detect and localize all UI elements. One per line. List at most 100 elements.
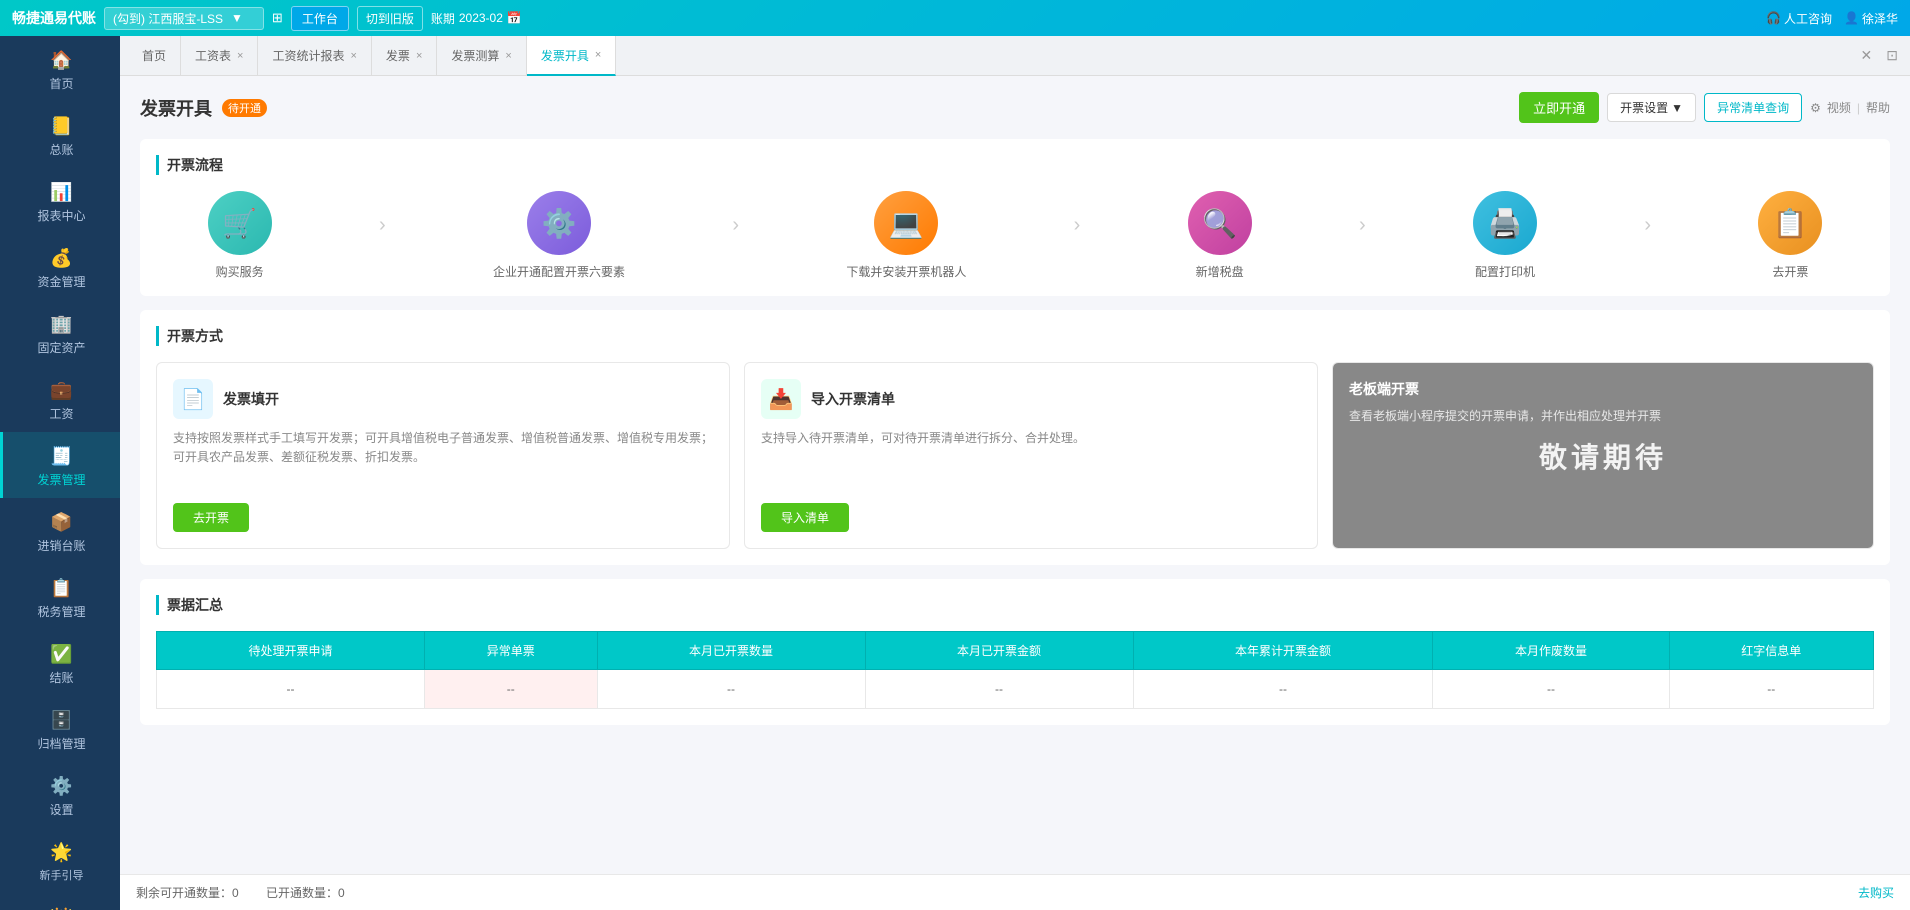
sidebar-item-settlement[interactable]: ✅ 结账 [0,630,120,696]
sidebar-label-ledger: 总账 [49,141,73,158]
tab-bar-right: ✕ ⊡ [1857,45,1902,66]
abnormal-query-button[interactable]: 异常清单查询 [1704,93,1802,122]
step-config[interactable]: ⚙️ 企业开通配置开票六要素 [493,191,625,280]
tab-payroll[interactable]: 工资表 × [181,36,258,76]
sidebar-label-guide: 新手引导 [40,867,84,883]
tab-payroll-report-close[interactable]: × [350,50,356,62]
tab-invoice-calc-close[interactable]: × [505,50,511,62]
sidebar-item-invoice[interactable]: 🧾 发票管理 [0,432,120,498]
support-button[interactable]: 🎧 人工咨询 [1766,10,1832,27]
copy-icon[interactable]: ⊞ [272,10,283,26]
col-header-year-amount: 本年累计开票金额 [1133,632,1433,670]
sidebar-item-guide[interactable]: 🌟 新手引导 [0,828,120,893]
col-header-pending: 待处理开票申请 [157,632,425,670]
method-import-title: 导入开票清单 [811,389,895,409]
header-right-icons: ⚙ 视频 | 帮助 [1810,99,1890,116]
main-layout: 🏠 首页 📒 总账 📊 报表中心 💰 资金管理 🏢 固定资产 💼 工资 🧾 发票… [0,36,1910,910]
calendar-icon[interactable]: 📅 [507,11,522,25]
arrow-5: › [1644,214,1651,257]
step-buy-service[interactable]: 🛒 购买服务 [208,191,272,280]
method-section: 开票方式 📄 发票填开 支持按照发票样式手工填写开发票；可开具增值税电子普通发票… [140,310,1890,565]
username: 徐泽华 [1862,10,1898,27]
help-label[interactable]: 帮助 [1866,99,1890,116]
sidebar-label-payroll: 工资 [49,405,73,422]
top-bar-right: 🎧 人工咨询 👤 徐泽华 [1766,10,1898,27]
step-buy-label: 购买服务 [216,263,264,280]
guide-icon: 🌟 [50,842,72,863]
tax-icon: 📋 [50,578,72,599]
user-avatar[interactable]: 👤 徐泽华 [1844,10,1898,27]
method-import-icon: 📥 [761,379,801,419]
page-title: 发票开具 [140,95,212,121]
sidebar-label-settlement: 结账 [49,669,73,686]
sidebar-item-payroll[interactable]: 💼 工资 [0,366,120,432]
header-buttons: 立即开通 开票设置 ▼ 异常清单查询 ⚙ 视频 | 帮助 [1519,92,1890,123]
step-download[interactable]: 💻 下载并安装开票机器人 [846,191,966,280]
method-manual-icon: 📄 [173,379,213,419]
tab-home[interactable]: 首页 [128,36,181,76]
tab-invoice-calc[interactable]: 发票测算 × [437,36,526,76]
method-card-import: 📥 导入开票清单 支持导入待开票清单，可对待开票清单进行拆分、合并处理。 导入清… [744,362,1318,549]
switch-version-button[interactable]: 切到旧版 [357,6,423,31]
method-card-manual: 📄 发票填开 支持按照发票样式手工填写开发票；可开具增值税电子普通发票、增值税普… [156,362,730,549]
tab-invoice[interactable]: 发票 × [372,36,437,76]
funds-icon: 💰 [50,248,72,269]
sidebar-label-home: 首页 [49,75,73,92]
page-header: 发票开具 待开通 立即开通 开票设置 ▼ 异常清单查询 ⚙ 视频 | 帮助 [140,92,1890,123]
tab-invoice-issue-close[interactable]: × [595,49,601,61]
step-tax-disk[interactable]: 🔍 新增税盘 [1188,191,1252,280]
col-header-void-count: 本月作废数量 [1433,632,1669,670]
val-month-count: -- [597,670,865,709]
sidebar-item-archive[interactable]: 🗄️ 归档管理 [0,696,120,762]
method-card-boss: 老板端开票 查看老板端小程序提交的开票申请，并作出相应处理并开票 敬请期待 [1332,362,1874,549]
step-download-label: 下载并安装开票机器人 [846,263,966,280]
val-abnormal: -- [425,670,598,709]
period-value: 2023-02 [459,11,503,25]
close-tab-button[interactable]: ✕ [1857,45,1877,66]
content-area: 首页 工资表 × 工资统计报表 × 发票 × 发票测算 × 发票开具 × [120,36,1910,910]
step-printer[interactable]: 🖨️ 配置打印机 [1473,191,1537,280]
bottom-info: 剩余可开通数量：0 已开通数量：0 [136,884,345,901]
workbench-button[interactable]: 工作台 [291,6,349,31]
tab-invoice-close[interactable]: × [416,50,422,62]
tab-invoice-issue[interactable]: 发票开具 × [527,36,616,76]
sidebar-item-assets[interactable]: 🏢 固定资产 [0,300,120,366]
person-icon: 👤 [1844,11,1859,25]
method-import-btn[interactable]: 导入清单 [761,503,849,532]
sidebar-item-ledger[interactable]: 📒 总账 [0,102,120,168]
bottom-bar: 剩余可开通数量：0 已开通数量：0 去购买 [120,874,1910,910]
sidebar-label-archive: 归档管理 [37,735,85,752]
company-selector[interactable]: (勾到) 江西服宝-LSS ▼ [104,7,264,30]
sidebar-item-tax[interactable]: 📋 税务管理 [0,564,120,630]
video-label[interactable]: 视频 [1827,99,1851,116]
top-bar-left: 畅捷通易代账 (勾到) 江西服宝-LSS ▼ ⊞ 工作台 切到旧版 账期 202… [12,6,522,31]
sidebar-label-purchase-sale: 进销台账 [37,537,85,554]
method-manual-btn[interactable]: 去开票 [173,503,249,532]
coming-soon-overlay: 敬请期待 [1333,363,1873,548]
payroll-icon: 💼 [50,380,72,401]
step-download-icon: 💻 [874,191,938,255]
summary-table: 待处理开票申请 异常单票 本月已开票数量 本月已开票金额 本年累计开票金额 本月… [156,631,1874,709]
step-buy-icon: 🛒 [208,191,272,255]
sidebar-item-home[interactable]: 🏠 首页 [0,36,120,102]
restore-tab-button[interactable]: ⊡ [1882,45,1902,66]
sidebar-label-assets: 固定资产 [37,339,85,356]
sidebar-item-member[interactable]: 👑 畅会员 [0,893,120,910]
sidebar-item-reports[interactable]: 📊 报表中心 [0,168,120,234]
step-issue-icon: 📋 [1758,191,1822,255]
step-issue[interactable]: 📋 去开票 [1758,191,1822,280]
settings-label: 开票设置 [1620,99,1668,116]
tab-payroll-report[interactable]: 工资统计报表 × [258,36,371,76]
tab-payroll-close[interactable]: × [237,50,243,62]
immediate-open-button[interactable]: 立即开通 [1519,92,1599,123]
archive-icon: 🗄️ [50,710,72,731]
settings-button[interactable]: 开票设置 ▼ [1607,93,1696,122]
buy-link[interactable]: 去购买 [1858,884,1894,901]
dropdown-icon: ▼ [1671,101,1683,115]
sidebar-item-funds[interactable]: 💰 资金管理 [0,234,120,300]
settlement-icon: ✅ [50,644,72,665]
reports-icon: 📊 [50,182,72,203]
sidebar-item-settings[interactable]: ⚙️ 设置 [0,762,120,828]
sidebar-item-purchase-sale[interactable]: 📦 进销台账 [0,498,120,564]
invoice-icon: 🧾 [50,446,72,467]
